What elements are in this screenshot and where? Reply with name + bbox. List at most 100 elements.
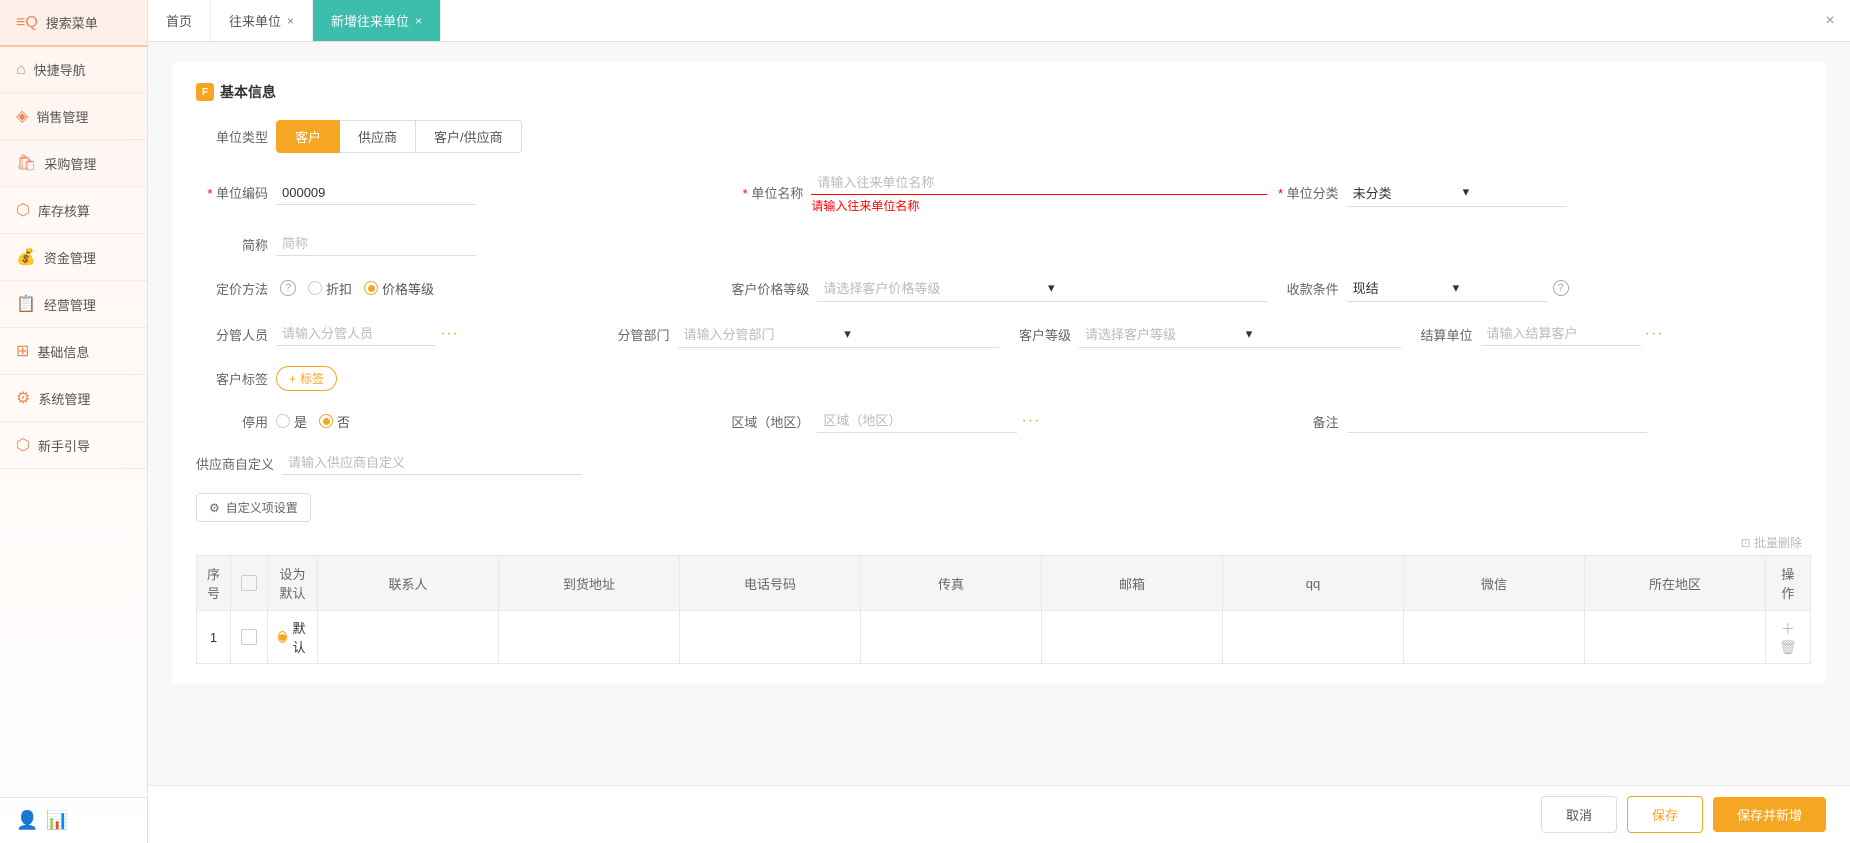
short-name-group: 简称 bbox=[196, 232, 1802, 256]
unit-btn-customer[interactable]: 客户 bbox=[276, 120, 340, 153]
table-header: 序号 设为默认 联系人 到货地址 电话号码 传真 邮箱 qq 微信 所在地区 操… bbox=[197, 556, 1811, 611]
stats-icon: 📊 bbox=[46, 810, 68, 831]
unit-type-buttons: 客户 供应商 客户/供应商 bbox=[276, 120, 522, 153]
contacts-table: 序号 设为默认 联系人 到货地址 电话号码 传真 邮箱 qq 微信 所在地区 操… bbox=[196, 555, 1811, 664]
col-email: 邮箱 bbox=[1042, 556, 1223, 611]
code-name-category-row: 单位编码 单位名称 请输入往来单位名称 单位分类 未分类 ▾ bbox=[196, 171, 1802, 214]
location-input[interactable] bbox=[1595, 626, 1755, 649]
region-dots-btn[interactable]: ··· bbox=[1017, 412, 1044, 430]
manager-input[interactable] bbox=[276, 322, 436, 346]
sidebar-item-system[interactable]: ⚙ 系统管理 bbox=[0, 375, 147, 422]
row-add-btn[interactable]: ＋ bbox=[1781, 621, 1795, 637]
sidebar-item-sales[interactable]: ◈ 销售管理 bbox=[0, 93, 147, 140]
dept-group: 分管部门 请输入分管部门 ▾ bbox=[598, 320, 1000, 348]
settlement-input[interactable] bbox=[1481, 322, 1641, 346]
name-input[interactable] bbox=[811, 171, 1266, 195]
sidebar-item-finance[interactable]: 💰 资金管理 bbox=[0, 234, 147, 281]
pricing-help-icon[interactable]: ? bbox=[280, 280, 296, 296]
tab-new-partner[interactable]: 新增往来单位 × bbox=[313, 0, 441, 41]
unit-btn-supplier[interactable]: 供应商 bbox=[340, 120, 416, 153]
add-tag-button[interactable]: + 标签 bbox=[276, 366, 337, 391]
row-default-radio[interactable] bbox=[278, 631, 287, 643]
tab-partners-close[interactable]: × bbox=[287, 14, 294, 28]
sidebar-item-search[interactable]: ≡Q 搜索菜单 bbox=[0, 0, 147, 47]
row-email[interactable] bbox=[1042, 611, 1223, 664]
cancel-button[interactable]: 取消 bbox=[1541, 796, 1617, 833]
email-input[interactable] bbox=[1052, 626, 1212, 649]
pricing-row: 定价方法 ? 折扣 价格等级 客户价格等级 bbox=[196, 274, 1802, 302]
wechat-input[interactable] bbox=[1414, 626, 1574, 649]
row-checkbox[interactable] bbox=[241, 629, 257, 645]
qq-input[interactable] bbox=[1233, 626, 1393, 649]
footer: 取消 保存 保存并新增 bbox=[148, 785, 1850, 843]
phone-input[interactable] bbox=[690, 626, 850, 649]
custom-settings-label: 自定义项设置 bbox=[226, 499, 298, 516]
search-icon: ≡Q bbox=[16, 14, 38, 32]
short-name-input[interactable] bbox=[276, 232, 476, 256]
save-new-button[interactable]: 保存并新增 bbox=[1713, 797, 1826, 832]
dept-select[interactable]: 请输入分管部门 ▾ bbox=[678, 320, 1000, 348]
customer-price-select[interactable]: 请选择客户价格等级 ▾ bbox=[817, 274, 1266, 302]
tab-home[interactable]: 首页 bbox=[148, 0, 211, 41]
pricing-discount-radio[interactable] bbox=[308, 281, 322, 295]
form-container: F 基本信息 单位类型 客户 供应商 客户/供应商 单位编码 bbox=[172, 62, 1826, 684]
row-fax[interactable] bbox=[861, 611, 1042, 664]
sidebar-item-purchase[interactable]: 🛍 采购管理 bbox=[0, 140, 147, 187]
customer-level-select[interactable]: 请选择客户等级 ▾ bbox=[1079, 320, 1401, 348]
sales-icon: ◈ bbox=[16, 106, 28, 126]
short-name-row: 简称 bbox=[196, 232, 1802, 256]
disabled-no-option[interactable]: 否 bbox=[319, 412, 350, 431]
tab-new-partner-label: 新增往来单位 bbox=[331, 11, 409, 30]
disabled-no-label: 否 bbox=[337, 412, 350, 431]
contact-input[interactable] bbox=[328, 626, 488, 649]
disabled-yes-option[interactable]: 是 bbox=[276, 412, 307, 431]
batch-delete-label[interactable]: 批量删除 bbox=[1754, 536, 1802, 550]
row-phone[interactable] bbox=[680, 611, 861, 664]
row-wechat[interactable] bbox=[1404, 611, 1585, 664]
sidebar-item-basic[interactable]: ⊞ 基础信息 bbox=[0, 328, 147, 375]
tab-partners[interactable]: 往来单位 × bbox=[211, 0, 313, 41]
custom-settings-button[interactable]: ⚙ 自定义项设置 bbox=[196, 493, 311, 522]
sidebar-item-quicknav[interactable]: ⌂ 快捷导航 bbox=[0, 47, 147, 93]
sidebar-item-inventory[interactable]: ⬡ 库存核算 bbox=[0, 187, 147, 234]
code-input[interactable] bbox=[276, 181, 476, 205]
code-label: 单位编码 bbox=[196, 183, 276, 202]
row-delete-btn[interactable]: 🗑 bbox=[1779, 639, 1797, 655]
payment-terms-help-icon[interactable]: ? bbox=[1553, 280, 1569, 296]
tab-new-partner-close[interactable]: × bbox=[415, 14, 422, 28]
section-icon: F bbox=[196, 83, 214, 101]
row-qq[interactable] bbox=[1223, 611, 1404, 664]
unit-btn-both[interactable]: 客户/供应商 bbox=[416, 120, 522, 153]
sidebar-item-guide[interactable]: ⬡ 新手引导 bbox=[0, 422, 147, 469]
col-default: 设为默认 bbox=[268, 556, 318, 611]
window-close-button[interactable]: × bbox=[1810, 0, 1850, 41]
pricing-discount-option[interactable]: 折扣 bbox=[308, 279, 352, 298]
supplier-custom-input[interactable] bbox=[282, 451, 582, 475]
gear-icon: ⚙ bbox=[209, 501, 220, 515]
disabled-no-radio[interactable] bbox=[319, 414, 333, 428]
settlement-dots-btn[interactable]: ··· bbox=[1641, 325, 1668, 343]
category-value: 未分类 bbox=[1347, 179, 1457, 206]
col-contact: 联系人 bbox=[318, 556, 499, 611]
row-location[interactable] bbox=[1585, 611, 1766, 664]
fax-input[interactable] bbox=[871, 626, 1031, 649]
region-input[interactable] bbox=[817, 409, 1017, 433]
pricing-level-radio[interactable] bbox=[364, 281, 378, 295]
row-address[interactable] bbox=[499, 611, 680, 664]
remark-input[interactable] bbox=[1347, 409, 1647, 433]
category-select[interactable]: 未分类 ▾ bbox=[1347, 179, 1567, 207]
payment-terms-select[interactable]: 现结 ▾ bbox=[1347, 274, 1547, 302]
save-button[interactable]: 保存 bbox=[1627, 796, 1703, 833]
sidebar-item-label: 库存核算 bbox=[38, 201, 90, 220]
row-contact[interactable] bbox=[318, 611, 499, 664]
home-icon: ⌂ bbox=[16, 61, 26, 79]
inventory-icon: ⬡ bbox=[16, 200, 30, 220]
disabled-yes-radio[interactable] bbox=[276, 414, 290, 428]
sidebar-item-operations[interactable]: 📋 经营管理 bbox=[0, 281, 147, 328]
operations-icon: 📋 bbox=[16, 294, 36, 314]
pricing-level-option[interactable]: 价格等级 bbox=[364, 279, 434, 298]
header-checkbox[interactable] bbox=[241, 575, 257, 591]
address-input[interactable] bbox=[509, 626, 669, 649]
manager-dots-btn[interactable]: ··· bbox=[436, 325, 463, 343]
sidebar-item-label: 基础信息 bbox=[37, 342, 89, 361]
